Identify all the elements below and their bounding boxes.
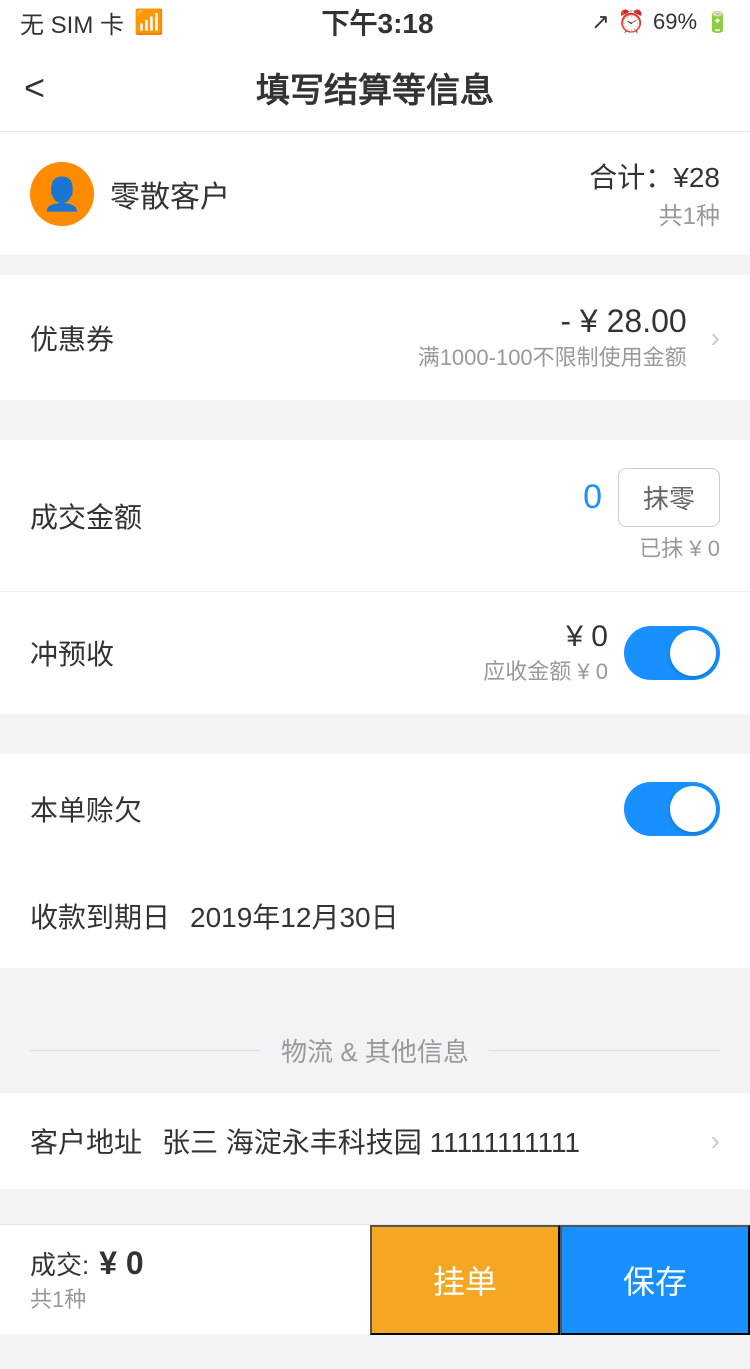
total-count: 共1种 bbox=[589, 196, 720, 231]
customer-section: 👤 零散客户 合计：¥28 共1种 bbox=[0, 132, 750, 255]
customer-name: 零散客户 bbox=[110, 172, 230, 216]
status-time: 下午3:18 bbox=[322, 2, 434, 42]
deal-amount-values: 0 抹零 已抹 ¥ 0 bbox=[542, 468, 720, 563]
coupon-section: 优惠券 - ¥ 28.00 满1000-100不限制使用金额 › bbox=[0, 275, 750, 400]
deal-amount-row: 成交金额 0 抹零 已抹 ¥ 0 bbox=[0, 440, 750, 591]
divider-1 bbox=[0, 420, 750, 440]
deal-amount-right: 0 抹零 已抹 ¥ 0 bbox=[542, 468, 720, 563]
debt-section: 本单赊欠 收款到期日 2019年12月30日 bbox=[0, 754, 750, 968]
address-label: 客户地址 bbox=[30, 1121, 142, 1161]
customer-left: 👤 零散客户 bbox=[30, 162, 230, 226]
coupon-info: - ¥ 28.00 满1000-100不限制使用金额 bbox=[418, 303, 687, 372]
coupon-row[interactable]: 优惠券 - ¥ 28.00 满1000-100不限制使用金额 › bbox=[0, 275, 750, 400]
precharge-label: 冲预收 bbox=[30, 633, 114, 673]
debt-row: 本单赊欠 bbox=[0, 754, 750, 864]
avatar: 👤 bbox=[30, 162, 94, 226]
status-bar: 无 SIM 卡 📶 下午3:18 ↗ ⏰ 69% 🔋 bbox=[0, 0, 750, 44]
debt-label: 本单赊欠 bbox=[30, 789, 142, 829]
battery-icon: 🔋 bbox=[705, 10, 730, 35]
deal-amount-section: 成交金额 0 抹零 已抹 ¥ 0 冲预收 ¥ 0 应收金额 ¥ 0 bbox=[0, 440, 750, 714]
avatar-icon: 👤 bbox=[42, 175, 82, 213]
address-row[interactable]: 客户地址 张三 海淀永丰科技园 11111111111 › bbox=[0, 1093, 750, 1189]
save-button[interactable]: 保存 bbox=[560, 1225, 750, 1335]
customer-row: 👤 零散客户 合计：¥28 共1种 bbox=[0, 132, 750, 255]
address-value: 张三 海淀永丰科技园 11111111111 bbox=[162, 1121, 703, 1161]
divider-line-right bbox=[489, 1050, 720, 1051]
precharge-row: 冲预收 ¥ 0 应收金额 ¥ 0 bbox=[0, 591, 750, 714]
divider-2 bbox=[0, 734, 750, 754]
customer-right: 合计：¥28 共1种 bbox=[589, 156, 720, 231]
due-date-value: 2019年12月30日 bbox=[190, 896, 399, 936]
logistics-text: 物流 & 其他信息 bbox=[281, 1032, 469, 1069]
coupon-label: 优惠券 bbox=[30, 318, 114, 358]
logistics-separator: 物流 & 其他信息 bbox=[0, 1008, 750, 1093]
wifi-icon: 📶 bbox=[134, 8, 164, 37]
carrier-text: 无 SIM 卡 bbox=[20, 5, 124, 40]
due-date-row: 收款到期日 2019年12月30日 bbox=[0, 864, 750, 968]
chevron-icon: › bbox=[711, 322, 720, 354]
page-title: 填写结算等信息 bbox=[256, 63, 494, 112]
back-button[interactable]: < bbox=[24, 67, 45, 109]
deal-amount-input[interactable]: 0 bbox=[542, 478, 602, 517]
coupon-amount: - ¥ 28.00 bbox=[418, 303, 687, 340]
address-section: 客户地址 张三 海淀永丰科技园 11111111111 › bbox=[0, 1093, 750, 1189]
total-amount: 合计：¥28 bbox=[589, 156, 720, 196]
precharge-right: ¥ 0 应收金额 ¥ 0 bbox=[483, 620, 720, 686]
round-button[interactable]: 抹零 bbox=[618, 468, 720, 527]
alarm-icon: ⏰ bbox=[618, 9, 645, 35]
footer-deal-amount: ¥ 0 bbox=[99, 1245, 143, 1282]
coupon-desc: 满1000-100不限制使用金额 bbox=[418, 340, 687, 372]
nav-bar: < 填写结算等信息 bbox=[0, 44, 750, 132]
debt-toggle-knob bbox=[670, 786, 716, 832]
footer: 成交: ¥ 0 共1种 挂单 保存 bbox=[0, 1224, 750, 1334]
content: 👤 零散客户 合计：¥28 共1种 优惠券 - ¥ 28.00 满1000-10… bbox=[0, 132, 750, 1369]
precharge-amount: ¥ 0 bbox=[483, 620, 608, 654]
precharge-toggle[interactable] bbox=[624, 626, 720, 680]
battery-text: 69% bbox=[653, 9, 697, 35]
deal-amount-sub: 已抹 ¥ 0 bbox=[639, 531, 720, 563]
hang-button[interactable]: 挂单 bbox=[370, 1225, 560, 1335]
location-icon: ↗ bbox=[591, 9, 609, 35]
status-right: ↗ ⏰ 69% 🔋 bbox=[591, 9, 730, 35]
debt-toggle[interactable] bbox=[624, 782, 720, 836]
precharge-sub: 应收金额 ¥ 0 bbox=[483, 654, 608, 686]
deal-amount-label: 成交金额 bbox=[30, 496, 142, 536]
coupon-right: - ¥ 28.00 满1000-100不限制使用金额 › bbox=[418, 303, 720, 372]
due-date-label: 收款到期日 bbox=[30, 896, 170, 936]
debt-right bbox=[624, 782, 720, 836]
footer-deal-label: 成交: bbox=[30, 1245, 89, 1282]
footer-info: 成交: ¥ 0 共1种 bbox=[0, 1245, 370, 1314]
status-left: 无 SIM 卡 📶 bbox=[20, 5, 164, 40]
address-chevron-icon: › bbox=[711, 1125, 720, 1157]
precharge-info: ¥ 0 应收金额 ¥ 0 bbox=[483, 620, 608, 686]
divider-line-left bbox=[30, 1050, 261, 1051]
toggle-knob bbox=[670, 630, 716, 676]
divider-3 bbox=[0, 988, 750, 1008]
footer-count: 共1种 bbox=[30, 1282, 340, 1314]
